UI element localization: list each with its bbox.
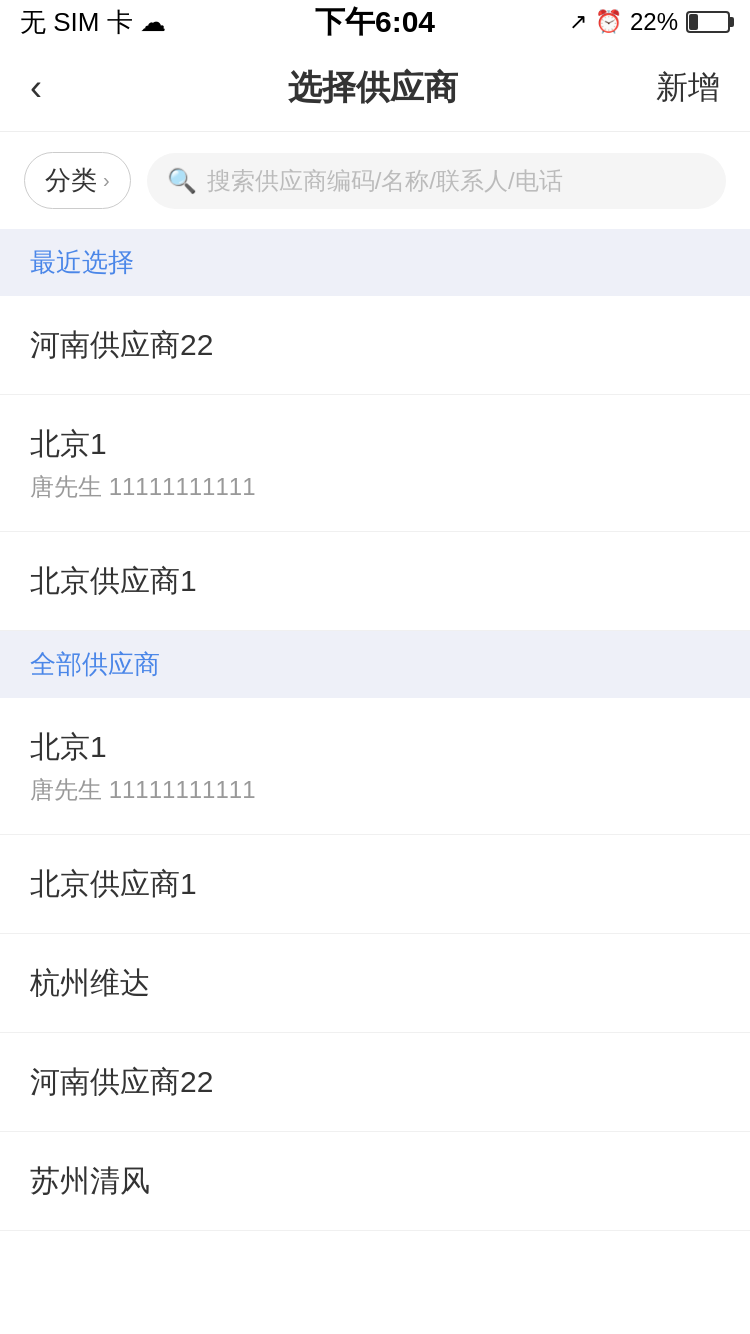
new-add-button[interactable]: 新增 — [656, 66, 720, 110]
recent-list: 河南供应商22 北京1 唐先生 11111111111 北京供应商1 — [0, 296, 750, 631]
item-sub: 唐先生 11111111111 — [30, 471, 720, 503]
item-sub: 唐先生 11111111111 — [30, 774, 720, 806]
status-bar: 无 SIM 卡 ☁ 下午6:04 ↗ ⏰ 22% — [0, 0, 750, 44]
recent-list-item[interactable]: 北京1 唐先生 11111111111 — [0, 395, 750, 532]
all-section-label: 全部供应商 — [30, 649, 160, 679]
no-sim-label: 无 SIM 卡 ☁ — [20, 5, 166, 40]
recent-list-item[interactable]: 北京供应商1 — [0, 532, 750, 631]
filter-bar: 分类 › 🔍 搜索供应商编码/名称/联系人/电话 — [0, 132, 750, 229]
all-list-item[interactable]: 苏州清风 — [0, 1132, 750, 1231]
nav-bar: ‹ 选择供应商 新增 — [0, 44, 750, 132]
chevron-right-icon: › — [103, 169, 110, 192]
all-section-header: 全部供应商 — [0, 631, 750, 698]
category-filter-button[interactable]: 分类 › — [24, 152, 131, 209]
all-list-item[interactable]: 杭州维达 — [0, 934, 750, 1033]
category-label: 分类 — [45, 163, 97, 198]
search-placeholder: 搜索供应商编码/名称/联系人/电话 — [207, 165, 563, 197]
page-title: 选择供应商 — [288, 65, 458, 111]
status-left: 无 SIM 卡 ☁ — [20, 5, 166, 40]
item-name: 北京供应商1 — [30, 560, 720, 602]
search-icon: 🔍 — [167, 167, 197, 195]
item-name: 河南供应商22 — [30, 324, 720, 366]
item-name: 杭州维达 — [30, 962, 720, 1004]
item-name: 北京1 — [30, 726, 720, 768]
battery-icon — [686, 11, 730, 33]
status-time: 下午6:04 — [315, 2, 435, 43]
battery-percent: 22% — [630, 8, 678, 36]
recent-section-label: 最近选择 — [30, 247, 134, 277]
location-icon: ↗ — [569, 9, 587, 35]
alarm-icon: ⏰ — [595, 9, 622, 35]
all-list-item[interactable]: 北京1 唐先生 11111111111 — [0, 698, 750, 835]
all-list-item[interactable]: 北京供应商1 — [0, 835, 750, 934]
recent-list-item[interactable]: 河南供应商22 — [0, 296, 750, 395]
item-name: 北京供应商1 — [30, 863, 720, 905]
item-name: 北京1 — [30, 423, 720, 465]
item-name: 苏州清风 — [30, 1160, 720, 1202]
item-name: 河南供应商22 — [30, 1061, 720, 1103]
back-button[interactable]: ‹ — [30, 67, 90, 109]
search-box[interactable]: 🔍 搜索供应商编码/名称/联系人/电话 — [147, 153, 726, 209]
all-list: 北京1 唐先生 11111111111 北京供应商1 杭州维达河南供应商22 苏州清风 — [0, 698, 750, 1231]
all-list-item[interactable]: 河南供应商22 — [0, 1033, 750, 1132]
status-right: ↗ ⏰ 22% — [569, 8, 730, 36]
recent-section-header: 最近选择 — [0, 229, 750, 296]
